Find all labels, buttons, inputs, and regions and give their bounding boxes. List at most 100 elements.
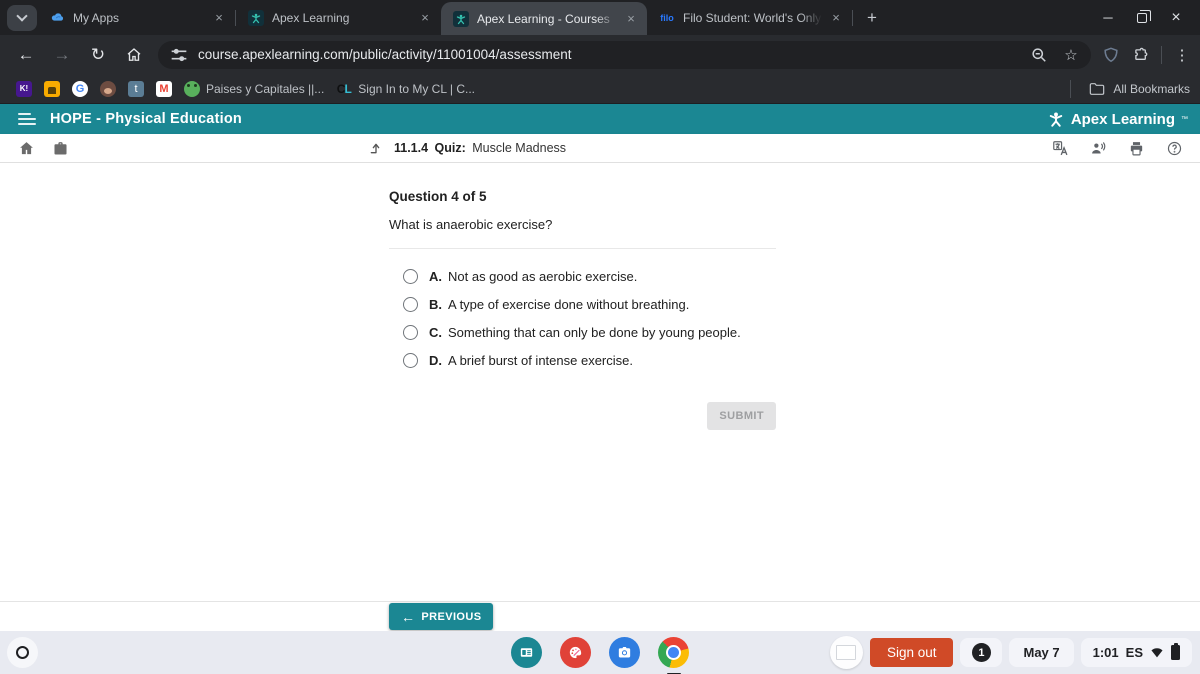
- address-bar[interactable]: course.apexlearning.com/public/activity/…: [158, 40, 1091, 69]
- date-pill[interactable]: May 7: [1009, 638, 1074, 667]
- chevron-down-icon: [16, 9, 28, 22]
- kahoot-icon: K!: [16, 80, 32, 97]
- tab-close-icon[interactable]: ×: [211, 10, 227, 26]
- canvas-app-icon[interactable]: [560, 637, 591, 668]
- answer-option-d[interactable]: D. A brief burst of intense exercise.: [389, 353, 776, 368]
- launcher-button[interactable]: [7, 637, 38, 668]
- print-icon[interactable]: [1124, 136, 1148, 160]
- gmail-icon: M: [156, 80, 172, 97]
- browser-tab-strip: My Apps × Apex Learning × Apex Learning …: [0, 0, 1200, 35]
- option-letter: B.: [429, 297, 442, 312]
- option-text: A brief burst of intense exercise.: [448, 353, 633, 368]
- window-controls: ─ ×: [1098, 8, 1200, 28]
- zoom-out-icon[interactable]: [1029, 45, 1049, 65]
- tab-apex-learning-courses-active[interactable]: Apex Learning - Courses ×: [441, 2, 647, 35]
- notification-tray[interactable]: 1: [960, 638, 1003, 667]
- tab-close-icon[interactable]: ×: [828, 10, 844, 26]
- apex-figure-icon: [1049, 112, 1063, 127]
- quiz-content: Question 4 of 5 What is anaerobic exerci…: [0, 163, 1200, 601]
- radio-button[interactable]: [403, 297, 418, 312]
- close-window-icon[interactable]: ×: [1166, 8, 1186, 28]
- apex-app-icon[interactable]: [511, 637, 542, 668]
- bookmark-classroom[interactable]: [38, 77, 66, 101]
- notification-count-badge: 1: [971, 643, 991, 662]
- quiz-kind: Quiz:: [434, 141, 466, 155]
- quiz-name: Muscle Madness: [472, 141, 567, 155]
- google-icon: G: [72, 80, 88, 97]
- tab-my-apps[interactable]: My Apps ×: [37, 0, 235, 35]
- status-tray[interactable]: 1:01 ES: [1080, 638, 1192, 667]
- bookmark-my-cl[interactable]: CL Sign In to My CL | C...: [330, 77, 481, 101]
- bookmark-star-icon[interactable]: ☆: [1061, 45, 1081, 65]
- bookmark-google[interactable]: G: [66, 77, 94, 101]
- folder-icon: [1090, 82, 1105, 95]
- all-bookmarks-button[interactable]: All Bookmarks: [1070, 79, 1190, 98]
- back-icon[interactable]: ←: [11, 40, 41, 70]
- answer-option-a[interactable]: A. Not as good as aerobic exercise.: [389, 269, 776, 284]
- submit-button[interactable]: SUBMIT: [707, 402, 776, 430]
- typing-icon: t: [128, 80, 144, 97]
- bookmark-gmail[interactable]: M: [150, 77, 178, 101]
- bookmark-character[interactable]: [94, 77, 122, 101]
- answer-option-b[interactable]: B. A type of exercise done without breat…: [389, 297, 776, 312]
- course-home-icon[interactable]: [14, 136, 38, 160]
- left-arrow-icon: ←: [401, 608, 416, 625]
- toolbar-right: ⋮: [1101, 45, 1192, 65]
- return-up-icon[interactable]: [368, 140, 384, 156]
- tab-search-button[interactable]: [7, 4, 37, 31]
- radio-button[interactable]: [403, 325, 418, 340]
- home-icon[interactable]: [119, 40, 149, 70]
- camera-app-icon[interactable]: [609, 637, 640, 668]
- chromeos-screen: My Apps × Apex Learning × Apex Learning …: [0, 0, 1200, 674]
- launcher-icon: [16, 646, 29, 659]
- chrome-app-icon[interactable]: [658, 637, 689, 674]
- browser-menu-icon[interactable]: ⋮: [1172, 45, 1192, 65]
- question-text: What is anaerobic exercise?: [389, 217, 553, 232]
- capture-preview-icon: [836, 645, 857, 660]
- forward-icon[interactable]: →: [47, 40, 77, 70]
- bookmark-typing[interactable]: t: [122, 77, 150, 101]
- tab-apex-learning[interactable]: Apex Learning ×: [236, 0, 441, 35]
- question-counter: Question 4 of 5: [389, 189, 487, 204]
- quiz-toolbar-actions: [1048, 136, 1186, 160]
- bookmark-label: Sign In to My CL | C...: [358, 81, 476, 96]
- option-text: A type of exercise done without breathin…: [448, 297, 690, 312]
- chromeos-shelf: Sign out 1 May 7 1:01 ES: [0, 631, 1200, 674]
- previous-label: PREVIOUS: [421, 610, 482, 623]
- answer-options: A. Not as good as aerobic exercise. B. A…: [389, 269, 776, 368]
- screen-capture-thumbnail[interactable]: [829, 636, 863, 669]
- bookmark-label: Paises y Capitales ||...: [206, 81, 325, 96]
- question-column: Question 4 of 5 What is anaerobic exerci…: [389, 189, 776, 430]
- shield-icon[interactable]: [1101, 45, 1121, 65]
- restore-icon[interactable]: [1132, 8, 1152, 28]
- menu-icon[interactable]: [18, 113, 36, 125]
- translate-icon[interactable]: [1048, 136, 1072, 160]
- brand-text: Apex Learning: [1070, 110, 1175, 128]
- tab-close-icon[interactable]: ×: [417, 10, 433, 26]
- reload-icon[interactable]: ↻: [83, 40, 113, 70]
- apex-learning-logo: Apex Learning ™: [1047, 110, 1188, 128]
- cl-logo-icon: CL: [336, 81, 352, 96]
- answer-option-c[interactable]: C. Something that can only be done by yo…: [389, 325, 776, 340]
- radio-button[interactable]: [403, 353, 418, 368]
- tab-close-icon[interactable]: ×: [623, 11, 639, 27]
- quiz-footer: ← PREVIOUS: [0, 601, 1200, 631]
- filo-favicon: filo: [660, 12, 674, 23]
- tab-separator: [852, 9, 853, 26]
- help-icon[interactable]: [1162, 136, 1186, 160]
- tab-filo-student[interactable]: filo Filo Student: World's Only Live ×: [647, 0, 852, 35]
- sign-out-button[interactable]: Sign out: [869, 638, 954, 667]
- url-text[interactable]: course.apexlearning.com/public/activity/…: [198, 47, 1029, 62]
- site-settings-icon[interactable]: [168, 44, 190, 66]
- briefcase-icon[interactable]: [48, 136, 72, 160]
- bookmark-paises-y-capitales[interactable]: Paises y Capitales ||...: [178, 77, 330, 101]
- radio-button[interactable]: [403, 269, 418, 284]
- read-aloud-icon[interactable]: [1086, 136, 1110, 160]
- ime-indicator: ES: [1125, 645, 1143, 660]
- previous-button[interactable]: ← PREVIOUS: [389, 603, 494, 630]
- bookmark-kahoot[interactable]: K!: [10, 77, 38, 101]
- minimize-icon[interactable]: ─: [1098, 8, 1118, 28]
- tab-title: My Apps: [73, 10, 120, 25]
- new-tab-button[interactable]: +: [859, 5, 885, 31]
- extensions-puzzle-icon[interactable]: [1131, 45, 1151, 65]
